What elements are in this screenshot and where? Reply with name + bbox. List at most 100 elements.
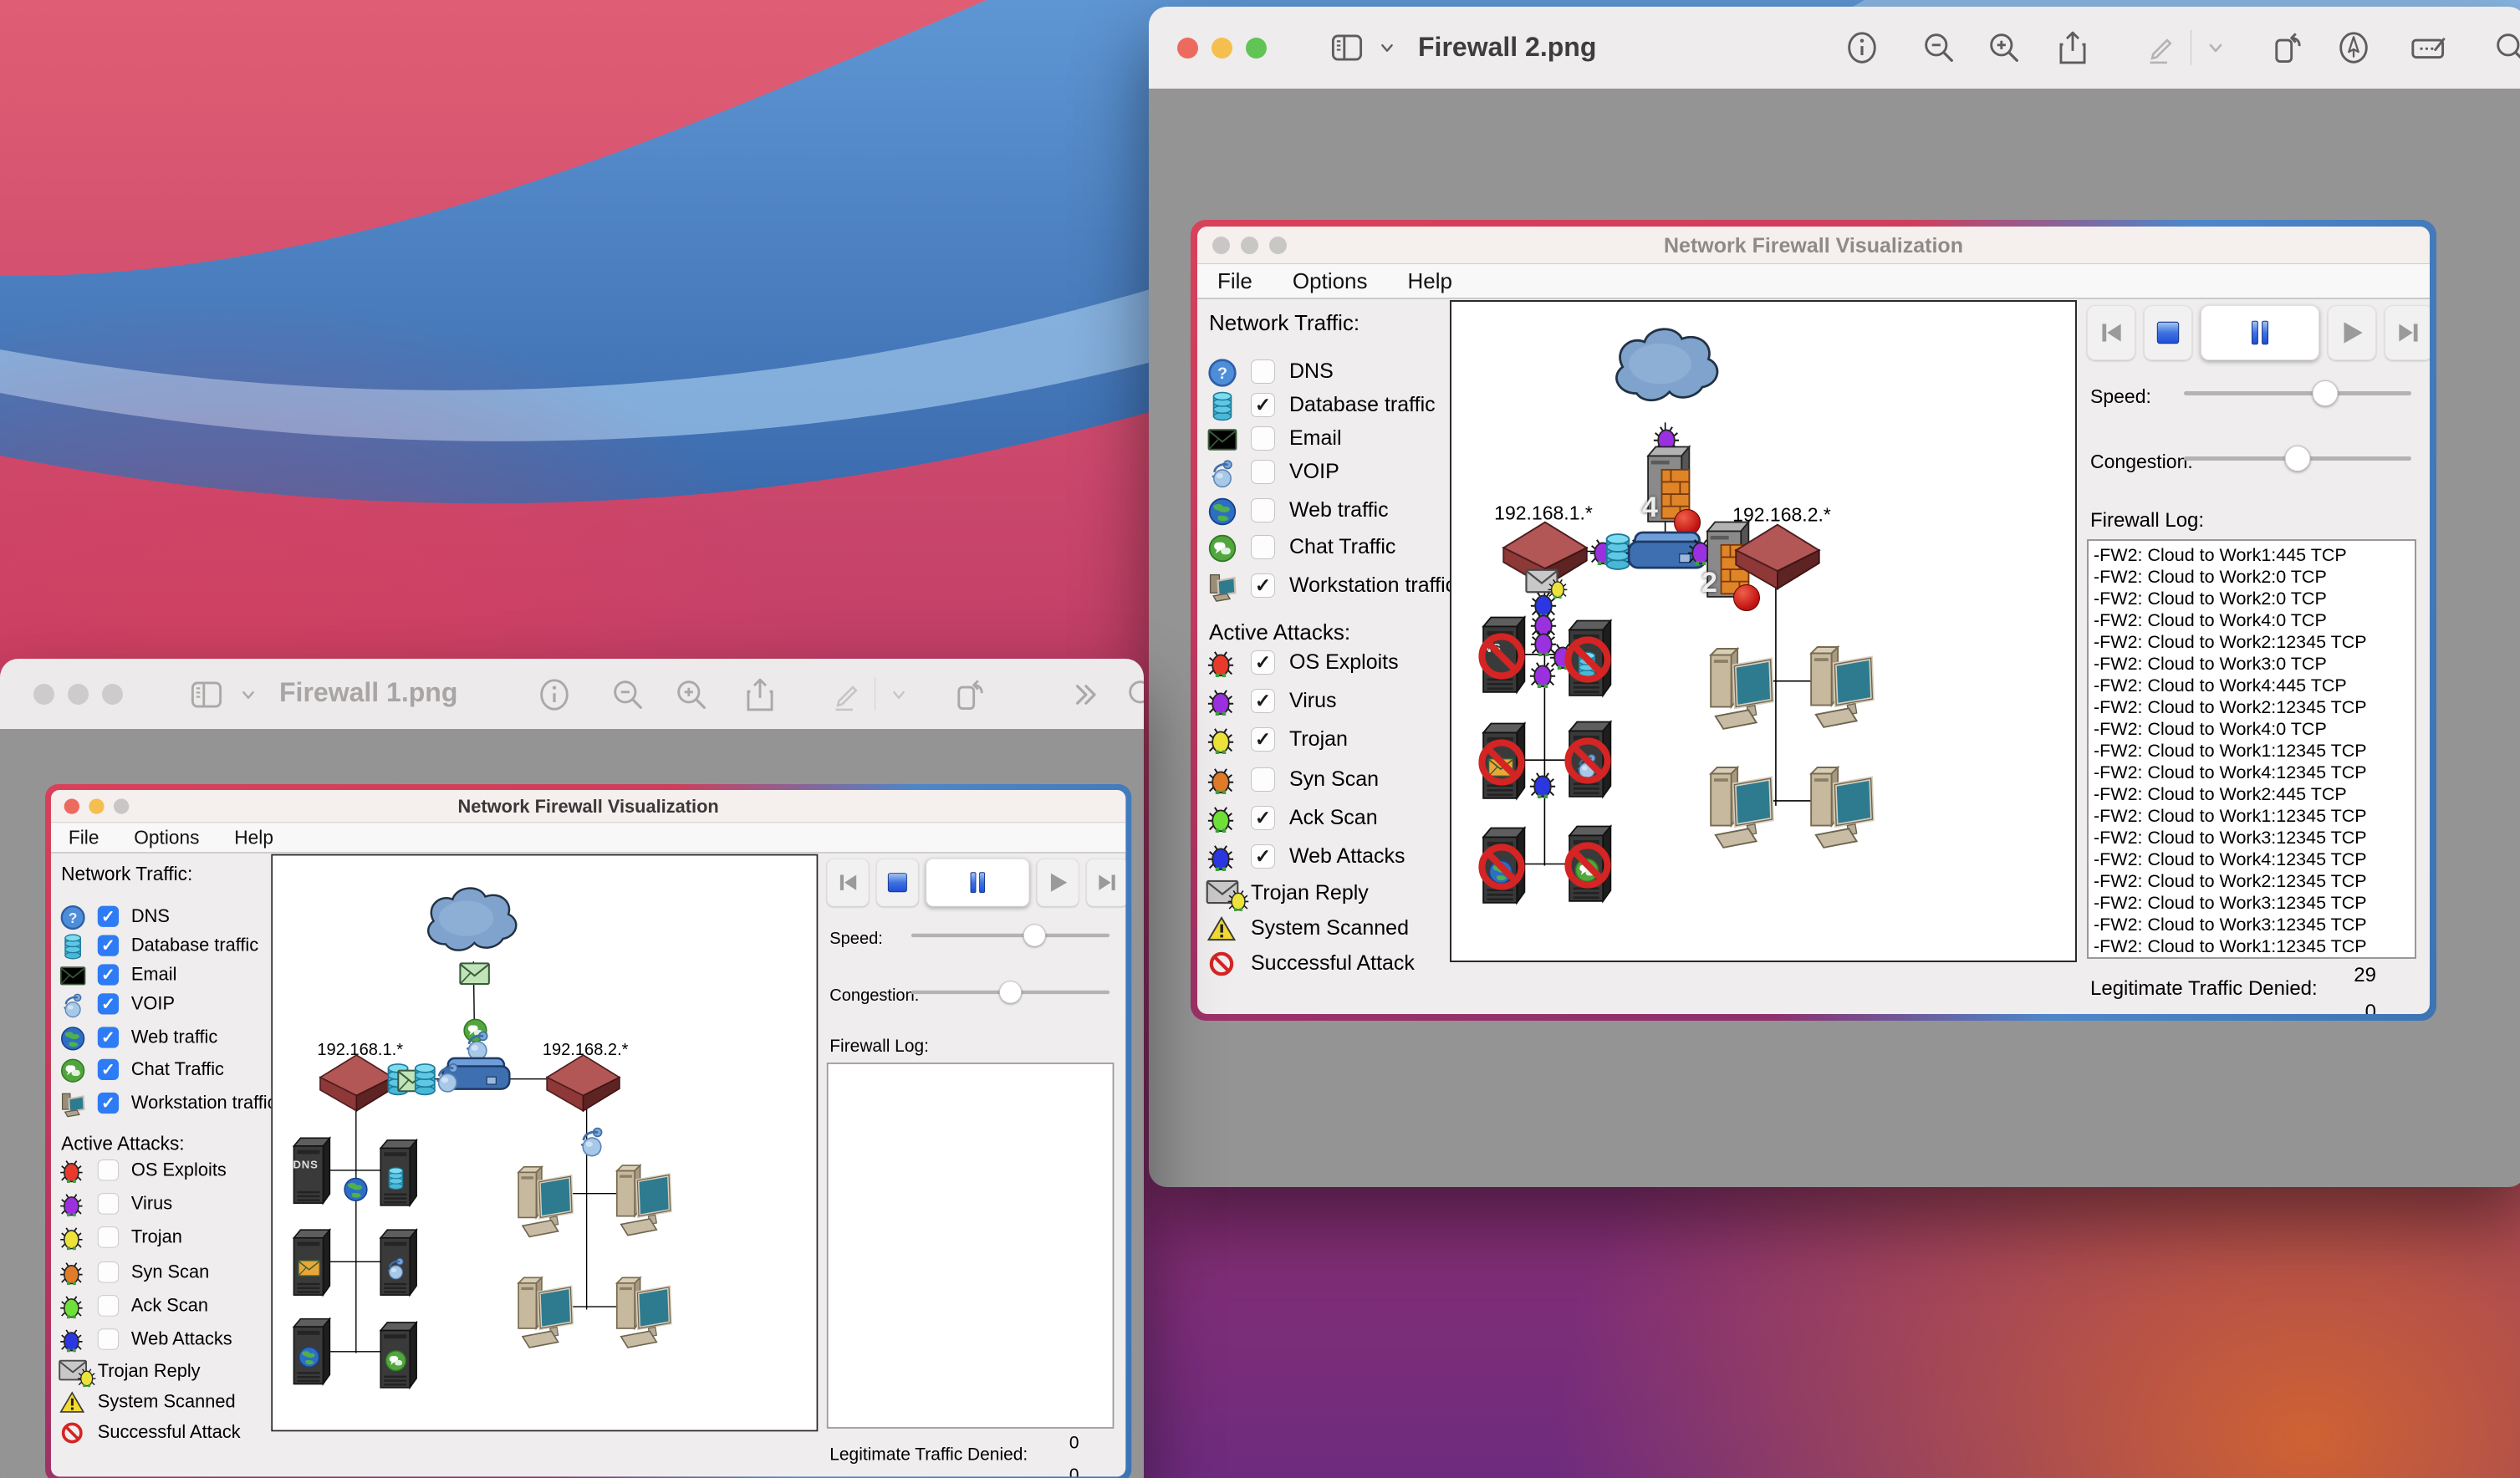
chevron-down-icon[interactable] xyxy=(2201,28,2231,67)
speed-slider[interactable] xyxy=(2184,380,2411,406)
traffic-row-workstation-traffic: ✓ Workstation traffic xyxy=(51,1090,277,1119)
rotate-icon[interactable] xyxy=(2266,28,2304,67)
checkbox-web-attacks[interactable] xyxy=(97,1328,120,1350)
bug-icon xyxy=(1207,843,1234,873)
firewall-log-list[interactable]: -FW2: Cloud to Work1:445 TCP -FW2: Cloud … xyxy=(2087,539,2416,959)
checkbox-web-traffic[interactable]: ✓ xyxy=(97,1027,120,1048)
zoom-button[interactable] xyxy=(1246,38,1267,59)
menu-item-file[interactable]: File xyxy=(51,826,116,849)
zoom-out-icon[interactable] xyxy=(609,675,647,714)
checkbox-os-exploits[interactable] xyxy=(97,1159,120,1181)
voip-packet xyxy=(578,1125,605,1157)
checkbox-dns[interactable]: ✓ xyxy=(97,905,120,927)
workstation xyxy=(1800,762,1879,851)
globe-emblem-icon xyxy=(298,1345,321,1368)
skip-back-button[interactable] xyxy=(2087,305,2135,360)
traffic-lights[interactable] xyxy=(33,684,123,705)
checkbox-voip[interactable]: ✓ xyxy=(97,993,120,1015)
pause-button[interactable] xyxy=(2201,305,2319,360)
menu-item-help[interactable]: Help xyxy=(217,826,290,849)
checkbox-chat-traffic[interactable] xyxy=(1251,535,1275,559)
menu-item-options[interactable]: Options xyxy=(1273,268,1388,294)
checkbox-database-traffic[interactable]: ✓ xyxy=(1251,393,1275,417)
traffic-lights[interactable] xyxy=(1177,38,1267,59)
checkbox-dns[interactable] xyxy=(1251,359,1275,384)
server-chat xyxy=(1562,822,1614,909)
app-titlebar[interactable]: Network Firewall Visualization xyxy=(1197,227,2430,264)
checkbox-workstation-traffic[interactable]: ✓ xyxy=(1251,573,1275,598)
play-button[interactable] xyxy=(2328,305,2376,360)
pen-nib-icon[interactable] xyxy=(2334,28,2373,67)
checkbox-trojan[interactable] xyxy=(97,1226,120,1248)
checkbox-syn-scan[interactable] xyxy=(1251,767,1275,792)
checkbox-chat-traffic[interactable]: ✓ xyxy=(97,1058,120,1081)
congestion-slider[interactable] xyxy=(2184,446,2411,471)
titlebar-firewall2[interactable]: Firewall 2.png xyxy=(1149,7,2520,89)
stop-button[interactable] xyxy=(2144,305,2192,360)
minimize-button[interactable] xyxy=(1212,38,1232,59)
checkbox-web-attacks[interactable]: ✓ xyxy=(1251,844,1275,869)
checkbox-virus[interactable]: ✓ xyxy=(1251,689,1275,713)
slider-knob[interactable] xyxy=(1023,924,1046,947)
attack-label: Web Attacks xyxy=(130,1328,232,1349)
skip-forward-button[interactable] xyxy=(2385,305,2430,360)
search-icon[interactable] xyxy=(1124,675,1144,714)
slider-knob[interactable] xyxy=(999,981,1023,1004)
stop-button[interactable] xyxy=(876,858,919,907)
checkbox-trojan[interactable]: ✓ xyxy=(1251,727,1275,752)
play-button[interactable] xyxy=(1036,858,1079,907)
legend-label: System Scanned xyxy=(97,1391,236,1412)
close-button[interactable] xyxy=(33,684,54,705)
info-icon[interactable] xyxy=(535,675,574,714)
checkbox-voip[interactable] xyxy=(1251,460,1275,484)
search-icon[interactable] xyxy=(2492,28,2520,67)
rotate-icon[interactable] xyxy=(948,675,987,714)
menu-item-help[interactable]: Help xyxy=(1388,268,1472,294)
internet-cloud xyxy=(416,879,528,961)
zoom-out-icon[interactable] xyxy=(1920,28,1958,67)
chevron-down-icon[interactable] xyxy=(885,675,913,714)
slider-knob[interactable] xyxy=(2284,446,2311,471)
minimize-button[interactable] xyxy=(68,684,89,705)
titlebar-firewall1[interactable]: Firewall 1.png xyxy=(0,659,1144,730)
checkbox-web-traffic[interactable] xyxy=(1251,498,1275,522)
sidebar-icon[interactable] xyxy=(187,675,226,714)
firewall-number: 2 xyxy=(1701,567,1717,599)
speed-slider[interactable] xyxy=(911,924,1110,947)
log-entry: -FW2: Cloud to Work2:12345 TCP xyxy=(2094,871,2367,891)
firewall-4: 4 xyxy=(1640,442,1701,536)
checkbox-workstation-traffic[interactable]: ✓ xyxy=(97,1092,120,1114)
skip-back-button[interactable] xyxy=(826,858,870,907)
pause-button[interactable] xyxy=(926,858,1030,907)
text-annotate-icon[interactable] xyxy=(2410,28,2448,67)
share-icon[interactable] xyxy=(741,675,779,714)
share-icon[interactable] xyxy=(2053,28,2092,67)
firewall-log-list[interactable] xyxy=(826,1063,1115,1429)
checkbox-virus[interactable] xyxy=(97,1193,120,1215)
zoom-button[interactable] xyxy=(102,684,123,705)
skip-forward-button[interactable] xyxy=(1086,858,1126,907)
checkbox-ack-scan[interactable]: ✓ xyxy=(1251,806,1275,830)
chevron-down-icon[interactable] xyxy=(1373,28,1401,67)
close-button[interactable] xyxy=(1177,38,1198,59)
more-chevrons-icon[interactable] xyxy=(1064,675,1102,714)
info-icon[interactable] xyxy=(1843,28,1881,67)
checkbox-email[interactable] xyxy=(1251,426,1275,451)
checkbox-os-exploits[interactable]: ✓ xyxy=(1251,650,1275,675)
slider-knob[interactable] xyxy=(2312,380,2339,406)
sidebar-icon[interactable] xyxy=(1328,28,1366,67)
congestion-slider[interactable] xyxy=(911,981,1110,1004)
checkbox-email[interactable]: ✓ xyxy=(97,964,120,986)
checkbox-database-traffic[interactable]: ✓ xyxy=(97,935,120,956)
zoom-in-icon[interactable] xyxy=(1985,28,2023,67)
menu-item-options[interactable]: Options xyxy=(116,826,217,849)
server-chat xyxy=(374,1318,419,1394)
app-titlebar[interactable]: Network Firewall Visualization xyxy=(50,789,1126,823)
menu-item-file[interactable]: File xyxy=(1197,268,1273,294)
zoom-in-icon[interactable] xyxy=(672,675,711,714)
traffic-row-dns: ✓ DNS xyxy=(51,904,270,933)
checkbox-syn-scan[interactable] xyxy=(97,1261,120,1283)
chevron-down-icon[interactable] xyxy=(234,675,263,714)
checkbox-ack-scan[interactable] xyxy=(97,1295,120,1317)
database-icon xyxy=(1207,391,1237,421)
